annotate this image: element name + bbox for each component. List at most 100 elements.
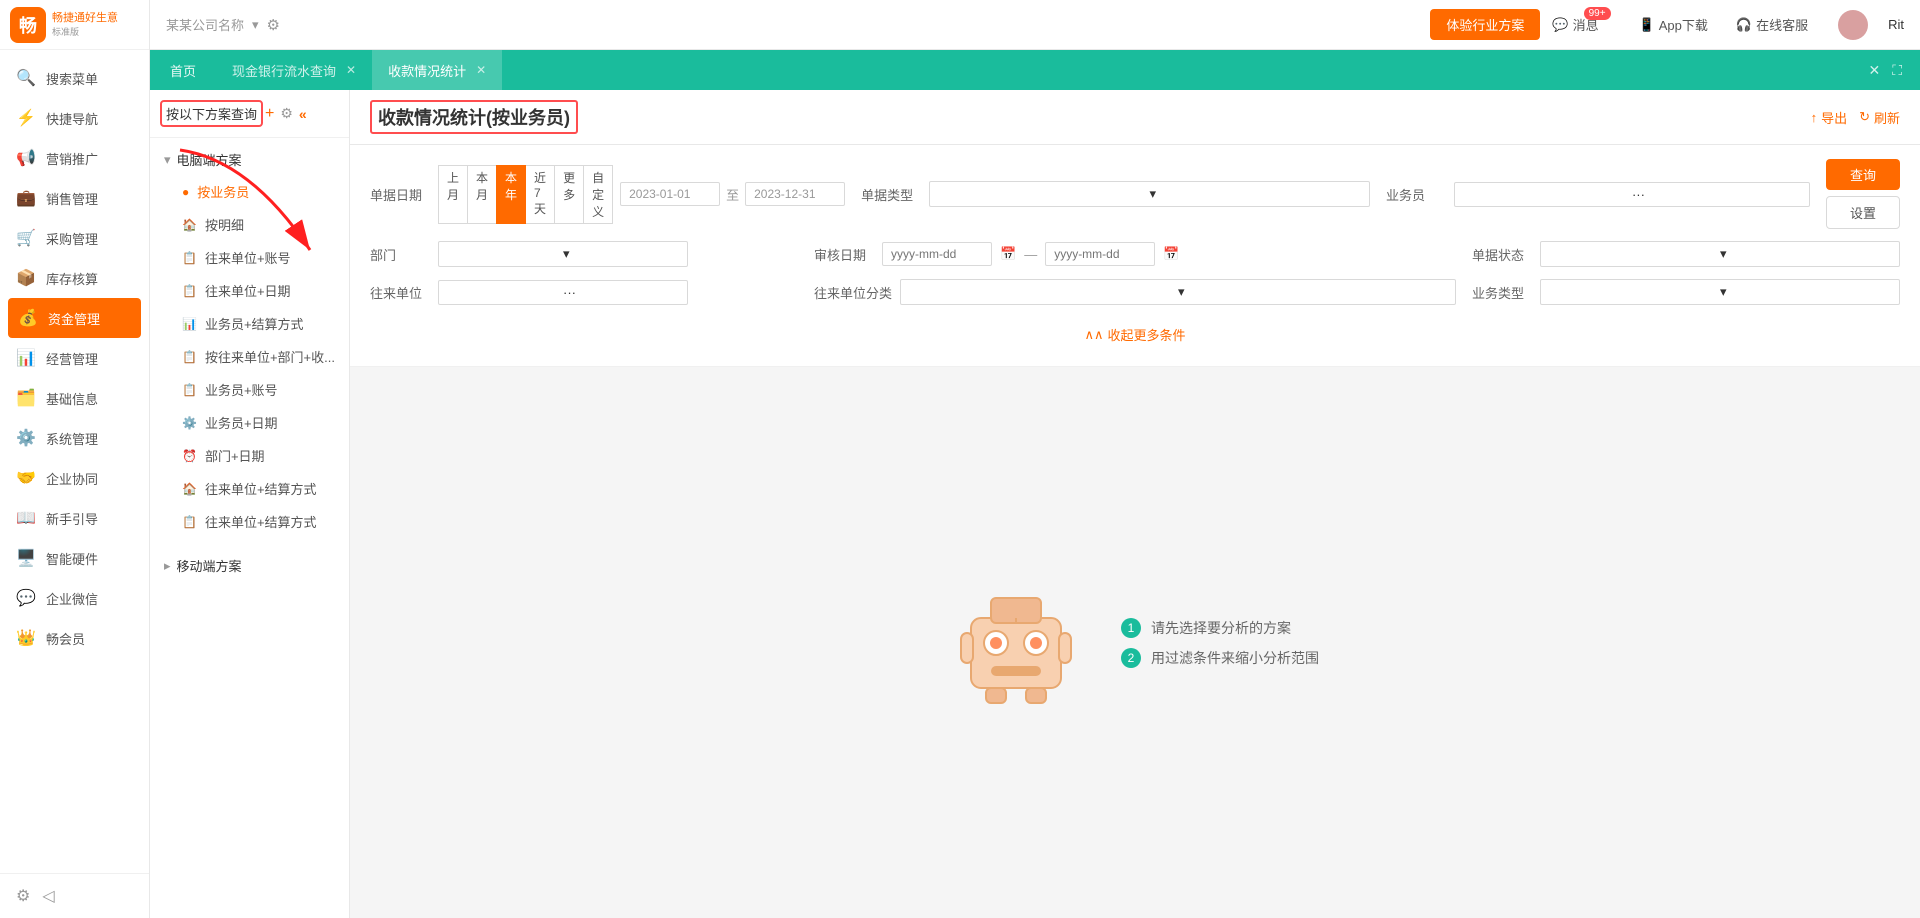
review-date-from[interactable] (882, 242, 992, 266)
panel-collapse-btn[interactable]: « (299, 106, 307, 122)
tree-item-counterpart-settle2[interactable]: 📋 往来单位+结算方式 (150, 505, 349, 538)
tree-item-salesperson-account[interactable]: 📋 业务员+账号 (150, 373, 349, 406)
sidebar-item-enterprise[interactable]: 🤝 企业协同 (0, 458, 149, 498)
counterpart-category-dropdown[interactable]: ▾ (900, 279, 1456, 305)
tab-bank-flow[interactable]: 现金银行流水查询 ✕ (216, 50, 372, 90)
tip-num-1: 1 (1121, 618, 1141, 638)
calendar-to-icon[interactable]: 📅 (1163, 246, 1179, 262)
set-button[interactable]: 设置 (1826, 196, 1900, 229)
sidebar-item-smart[interactable]: 🖥️ 智能硬件 (0, 538, 149, 578)
review-date-to[interactable] (1045, 242, 1155, 266)
sidebar-item-basic[interactable]: 🗂️ 基础信息 (0, 378, 149, 418)
sidebar-label-guide: 新手引导 (46, 509, 98, 528)
dropdown-icon[interactable]: ▾ (252, 17, 259, 33)
dept-arrow: ▾ (563, 246, 679, 262)
tree-item-label-salesperson-account: 业务员+账号 (205, 380, 278, 399)
date-tab-7days[interactable]: 近7天 (525, 165, 555, 224)
empty-state-container: 1 请先选择要分析的方案 2 用过滤条件来缩小分析范围 (951, 578, 1319, 708)
salesperson-field: 业务员 ··· (1386, 182, 1810, 207)
tree-item-counterpart-settle1[interactable]: 🏠 往来单位+结算方式 (150, 472, 349, 505)
page-title-bar: 收款情况统计(按业务员) ↑ 导出 ↻ 刷新 (350, 90, 1920, 145)
desktop-group-header[interactable]: ▾ 电脑端方案 (150, 144, 349, 175)
business-type-label: 业务类型 (1472, 283, 1532, 302)
app-download-btn[interactable]: 📱 App下载 (1639, 15, 1708, 34)
tab-close-all-btn[interactable]: ✕ (1862, 62, 1886, 79)
sidebar-item-inventory[interactable]: 📦 库存核算 (0, 258, 149, 298)
voucher-type-dropdown[interactable]: ▾ (929, 181, 1370, 207)
mobile-group-header[interactable]: ▸ 移动端方案 (150, 550, 349, 581)
voucher-type-arrow: ▾ (1150, 186, 1361, 202)
sidebar-item-marketing[interactable]: 📢 营销推广 (0, 138, 149, 178)
tab-collection-close[interactable]: ✕ (476, 63, 486, 77)
query-button[interactable]: 查询 (1826, 159, 1900, 190)
tree-item-detail[interactable]: 🏠 按明细 (150, 208, 349, 241)
date-field-label: 单据日期 (370, 185, 430, 204)
avatar[interactable] (1838, 10, 1868, 40)
sidebar-item-search-menu[interactable]: 🔍 搜索菜单 (0, 58, 149, 98)
sidebar-item-wechat[interactable]: 💬 企业微信 (0, 578, 149, 618)
sidebar-item-purchase[interactable]: 🛒 采购管理 (0, 218, 149, 258)
counterpart-dropdown[interactable]: ··· (438, 280, 688, 305)
service-label: 在线客服 (1756, 15, 1808, 34)
date-field: 单据日期 上月 本月 本年 近7天 更多 自定义 至 (370, 165, 845, 224)
sidebar-item-finance[interactable]: 💰 资金管理 (8, 298, 141, 338)
tree-item-label-counterpart-date: 往来单位+日期 (205, 281, 291, 300)
date-tab-last-month[interactable]: 上月 (438, 165, 468, 224)
tab-collection-stat[interactable]: 收款情况统计 ✕ (372, 50, 502, 90)
tree-item-dept-date[interactable]: ⏰ 部门+日期 (150, 439, 349, 472)
mobile-group-label: 移动端方案 (177, 556, 242, 575)
detail-icon: 🏠 (182, 218, 197, 232)
sidebar-item-member[interactable]: 👑 畅会员 (0, 618, 149, 658)
date-tab-custom[interactable]: 自定义 (583, 165, 613, 224)
counterpart-account-icon: 📋 (182, 251, 197, 265)
voucher-status-dropdown[interactable]: ▾ (1540, 241, 1900, 267)
date-tab-this-year[interactable]: 本年 (496, 165, 526, 224)
export-btn[interactable]: ↑ 导出 (1811, 108, 1848, 127)
salesperson-settle-icon: 📊 (182, 317, 197, 331)
date-from-input[interactable] (620, 182, 720, 206)
sidebar-label-member: 畅会员 (46, 629, 85, 648)
date-tabs: 上月 本月 本年 近7天 更多 自定义 (438, 165, 612, 224)
expand-footer-icon[interactable]: ◁ (42, 886, 54, 906)
sidebar-item-guide[interactable]: 📖 新手引导 (0, 498, 149, 538)
settings-icon[interactable]: ⚙ (267, 16, 280, 34)
calendar-from-icon[interactable]: 📅 (1000, 246, 1016, 262)
date-to-input[interactable] (745, 182, 845, 206)
tree-item-counterpart-account[interactable]: 📋 往来单位+账号 (150, 241, 349, 274)
business-type-arrow: ▾ (1720, 284, 1891, 300)
tree-item-salesperson-settle[interactable]: 📊 业务员+结算方式 (150, 307, 349, 340)
settings-footer-icon[interactable]: ⚙ (16, 886, 30, 906)
dept-dropdown[interactable]: ▾ (438, 241, 688, 267)
sidebar-item-operation[interactable]: 📊 经营管理 (0, 338, 149, 378)
tree-item-by-salesperson[interactable]: ● 按业务员 (150, 175, 349, 208)
tab-fullscreen-btn[interactable]: ⛶ (1886, 62, 1908, 79)
date-tab-more[interactable]: 更多 (554, 165, 584, 224)
tab-bank-flow-close[interactable]: ✕ (346, 63, 356, 77)
voucher-status-label: 单据状态 (1472, 245, 1532, 264)
sidebar-label-wechat: 企业微信 (46, 589, 98, 608)
tab-home[interactable]: 首页 (150, 50, 216, 90)
review-date-field: 审核日期 📅 — 📅 (814, 242, 1456, 266)
tree-item-salesperson-date[interactable]: ⚙️ 业务员+日期 (150, 406, 349, 439)
business-type-dropdown[interactable]: ▾ (1540, 279, 1900, 305)
trial-button[interactable]: 体验行业方案 (1430, 9, 1540, 40)
online-service-btn[interactable]: 🎧 在线客服 (1736, 15, 1808, 34)
page-title: 收款情况统计(按业务员) (370, 100, 578, 134)
tree-item-counterpart-date[interactable]: 📋 往来单位+日期 (150, 274, 349, 307)
panel-add-btn[interactable]: + (265, 105, 274, 123)
header-breadcrumb: 某某公司名称 ▾ ⚙ (166, 15, 1418, 34)
refresh-btn[interactable]: ↻ 刷新 (1859, 108, 1900, 127)
panel-settings-btn[interactable]: ⚙ (280, 105, 293, 122)
messages-btn[interactable]: 💬 消息 99+ (1552, 15, 1598, 34)
search-row-3: 往来单位 ··· 往来单位分类 ▾ (370, 279, 1900, 305)
date-tab-this-month[interactable]: 本月 (467, 165, 497, 224)
sidebar-item-system[interactable]: ⚙️ 系统管理 (0, 418, 149, 458)
tree-item-by-counterpart-dept[interactable]: 📋 按往来单位+部门+收... (150, 340, 349, 373)
salesperson-dropdown[interactable]: ··· (1454, 182, 1810, 207)
empty-robot-icon (951, 578, 1081, 708)
tree-item-label-detail: 按明细 (205, 215, 244, 234)
sidebar-item-quick-nav[interactable]: ⚡ 快捷导航 (0, 98, 149, 138)
collapse-button[interactable]: ∧∧ 收起更多条件 (370, 317, 1900, 352)
panel-header: 按以下方案查询 + ⚙ « (150, 90, 349, 138)
sidebar-item-sales[interactable]: 💼 销售管理 (0, 178, 149, 218)
